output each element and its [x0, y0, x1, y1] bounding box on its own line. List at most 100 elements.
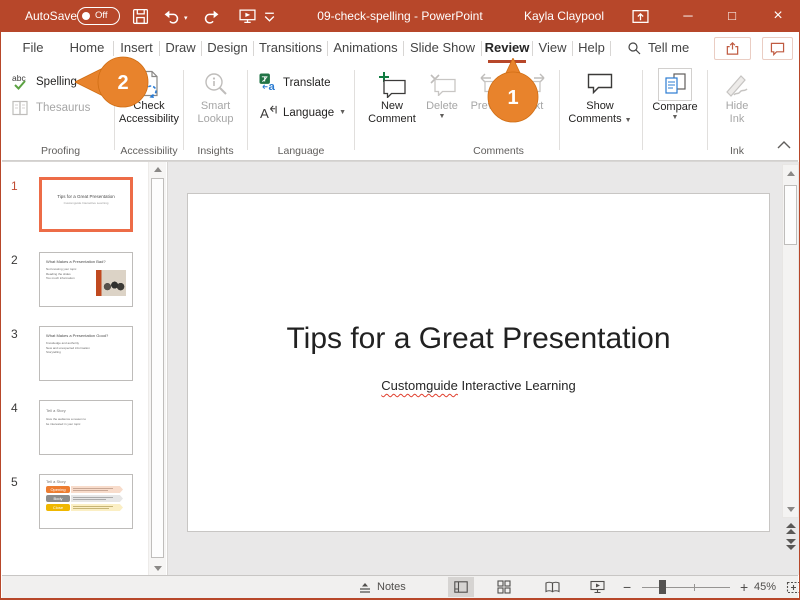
save-icon[interactable] — [132, 8, 149, 25]
slide-sorter-view-button[interactable] — [491, 577, 517, 597]
new-comment-icon — [377, 68, 407, 100]
normal-view-button[interactable] — [448, 577, 474, 597]
language-button[interactable]: A Language ▼ — [256, 102, 354, 123]
show-comments-label-2: Comments — [568, 113, 622, 125]
language-icon: A — [260, 105, 277, 121]
zoom-slider-track[interactable] — [642, 587, 730, 588]
scroll-up-icon[interactable] — [149, 162, 166, 176]
slide-thumbnail-3[interactable]: What Makes a Presentation Good? Knowledg… — [39, 326, 133, 381]
thumbnail-number-2: 2 — [11, 253, 18, 267]
current-slide[interactable]: Tips for a Great Presentation Customguid… — [187, 193, 770, 532]
group-label-proofing: Proofing — [40, 145, 81, 157]
user-name: Kayla Claypool — [523, 9, 604, 23]
comments-button[interactable] — [762, 37, 793, 60]
tab-draw[interactable]: Draw — [160, 32, 201, 64]
notes-button[interactable]: Notes — [358, 576, 406, 598]
spelling-icon: abc — [12, 73, 26, 90]
show-comments-button[interactable]: Show Comments ▼ — [561, 68, 639, 126]
start-slideshow-icon[interactable] — [239, 8, 256, 25]
thumbnail-number-5: 5 — [11, 475, 18, 489]
thumbnail-number-1: 1 — [11, 179, 18, 193]
zoom-percentage[interactable]: 45% — [754, 576, 776, 598]
status-bar: Notes − + 45% — [2, 575, 799, 598]
thumbnail-scrollbar[interactable] — [148, 162, 166, 575]
new-comment-label-1: New — [380, 100, 403, 112]
zoom-out-button[interactable]: − — [623, 576, 631, 598]
show-comments-label-1: Show — [586, 100, 614, 112]
group-label-accessibility: Accessibility — [120, 145, 178, 157]
tab-help[interactable]: Help — [573, 32, 610, 64]
hide-ink-button[interactable]: Hide Ink — [708, 68, 766, 126]
zoom-in-button[interactable]: + — [740, 576, 748, 598]
fit-slide-to-window-button[interactable] — [780, 577, 799, 597]
thesaurus-icon — [12, 100, 28, 115]
search-icon[interactable] — [627, 41, 641, 55]
collapse-ribbon-icon[interactable] — [776, 140, 792, 150]
next-slide-button[interactable] — [784, 538, 798, 551]
slide-thumbnail-2[interactable]: What Makes a Presentation Bad? Not knowi… — [39, 252, 133, 307]
language-label: Language — [283, 106, 335, 119]
misspelled-word[interactable]: Customguide — [381, 378, 458, 393]
slide-scroll-down-icon[interactable] — [783, 502, 798, 516]
delete-comment-button[interactable]: Delete ▼ — [419, 68, 465, 121]
slide-scroll-up-icon[interactable] — [783, 166, 798, 180]
compare-icon — [658, 68, 692, 101]
translate-label: Translate — [283, 76, 331, 89]
undo-dropdown-caret[interactable]: ▾ — [184, 14, 188, 22]
thumbnail-number-4: 4 — [11, 401, 18, 415]
spelling-label: Spelling — [36, 75, 77, 88]
customize-qat-icon[interactable] — [263, 8, 276, 25]
slide-thumbnail-panel: 1 Tips for a Great Presentation Customgu… — [2, 162, 148, 575]
autosave-state: Off — [95, 10, 108, 21]
tab-animations[interactable]: Animations — [328, 32, 403, 64]
smart-lookup-icon — [203, 68, 229, 100]
share-icon — [726, 42, 739, 55]
slide-thumbnail-5[interactable]: Tell a Story Opening Body Close — [39, 474, 133, 529]
tell-me-label[interactable]: Tell me — [648, 32, 689, 64]
thumbnail-photo — [96, 270, 126, 296]
translate-button[interactable]: a Translate — [256, 72, 354, 93]
minimize-button[interactable]: ─ — [671, 0, 705, 32]
delete-comment-icon — [429, 68, 456, 100]
undo-icon[interactable] — [163, 8, 180, 25]
show-comments-icon — [587, 68, 613, 100]
slide-thumbnail-1[interactable]: Tips for a Great Presentation Customguid… — [39, 177, 133, 232]
previous-slide-button[interactable] — [784, 522, 798, 535]
group-label-comments: Comments — [473, 145, 524, 157]
smart-lookup-button[interactable]: Smart Lookup — [184, 68, 247, 126]
compare-button[interactable]: Compare ▼ — [643, 68, 707, 122]
scroll-down-icon[interactable] — [149, 561, 166, 575]
ribbon-display-options-icon[interactable] — [632, 8, 649, 25]
tab-design[interactable]: Design — [202, 32, 253, 64]
hide-ink-label-2: Ink — [729, 113, 745, 125]
slide-subtitle[interactable]: Customguide Interactive Learning — [188, 378, 769, 393]
slide-title[interactable]: Tips for a Great Presentation — [188, 322, 769, 356]
compare-label: Compare — [652, 101, 698, 113]
tab-transitions[interactable]: Transitions — [254, 32, 327, 64]
maximize-button[interactable]: □ — [715, 0, 749, 32]
slide-scrollbar[interactable] — [782, 164, 799, 518]
notes-icon — [360, 582, 370, 593]
thumbnail-scrollbar-thumb[interactable] — [151, 178, 164, 558]
reading-view-button[interactable] — [539, 577, 565, 597]
banner-close: Close — [46, 504, 132, 511]
zoom-slider-thumb[interactable] — [659, 580, 666, 594]
thumbnail-number-3: 3 — [11, 327, 18, 341]
autosave-toggle[interactable]: Off — [77, 7, 120, 25]
tab-slide-show[interactable]: Slide Show — [404, 32, 481, 64]
show-comments-dropdown-caret: ▼ — [624, 117, 632, 124]
slide-thumbnail-4[interactable]: Tell a Story Give the audience a reason … — [39, 400, 133, 455]
redo-icon[interactable] — [203, 8, 220, 25]
slide-scrollbar-thumb[interactable] — [784, 185, 797, 245]
close-button[interactable]: × — [761, 0, 795, 32]
group-label-language: Language — [277, 145, 325, 157]
tab-file[interactable]: File — [15, 32, 51, 64]
autosave-toggle-knob — [82, 12, 90, 20]
callout-badge-1-review: 1 — [487, 58, 539, 123]
slide-show-view-button[interactable] — [584, 577, 610, 597]
share-button[interactable] — [714, 37, 751, 60]
translate-icon: a — [259, 73, 276, 92]
group-compare: Compare ▼ — [643, 64, 707, 160]
powerpoint-window: AutoSave Off ▾ 09-check-spelling - Power… — [0, 0, 800, 600]
new-comment-button[interactable]: New Comment — [364, 68, 420, 126]
